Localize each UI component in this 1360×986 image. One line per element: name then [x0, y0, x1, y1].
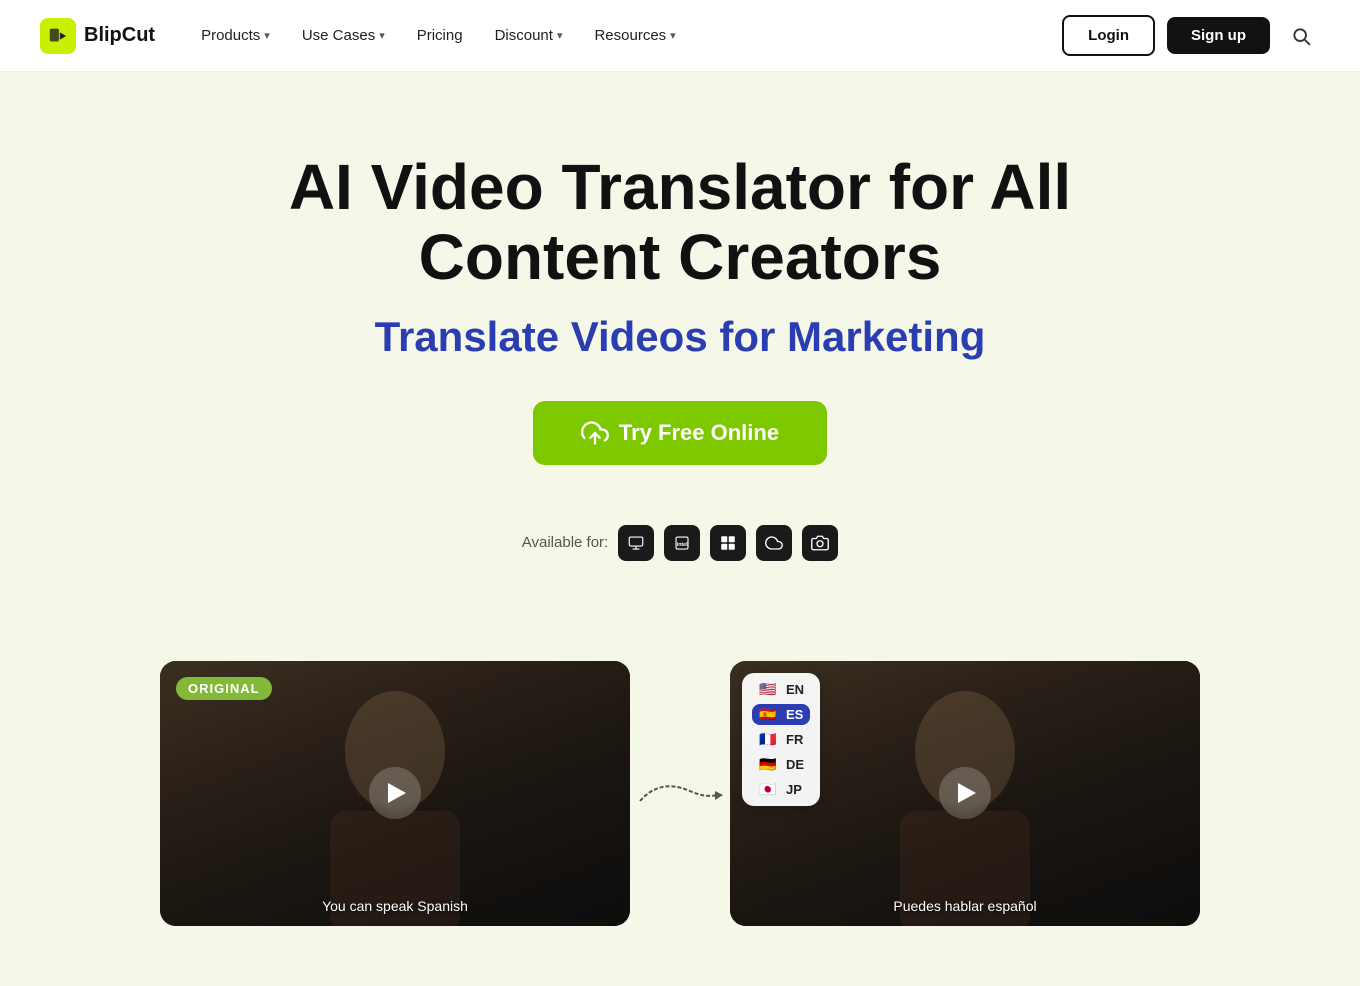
svg-text:intel: intel — [677, 542, 688, 548]
flag-es: 🇪🇸 — [758, 707, 778, 721]
platform-icon-mac[interactable] — [618, 525, 654, 561]
hero-title: AI Video Translator for All Content Crea… — [200, 152, 1160, 293]
chevron-down-icon: ▾ — [264, 29, 270, 42]
flag-fr: 🇫🇷 — [758, 732, 778, 746]
translated-subtitle: Puedes hablar español — [730, 898, 1200, 914]
logo-icon — [40, 18, 76, 54]
navbar: BlipCut Products ▾ Use Cases ▾ Pricing D… — [0, 0, 1360, 72]
nav-item-pricing[interactable]: Pricing — [403, 19, 477, 52]
platform-icon-cloud[interactable] — [756, 525, 792, 561]
original-subtitle: You can speak Spanish — [160, 898, 630, 914]
play-button-original[interactable] — [369, 767, 421, 819]
flag-jp: 🇯🇵 — [758, 782, 778, 796]
flag-de: 🇩🇪 — [758, 757, 778, 771]
nav-links: Products ▾ Use Cases ▾ Pricing Discount … — [187, 19, 1062, 52]
nav-item-resources[interactable]: Resources ▾ — [580, 19, 689, 52]
logo-link[interactable]: BlipCut — [40, 18, 155, 54]
lang-item-fr[interactable]: 🇫🇷 FR — [752, 729, 810, 750]
play-button-translated[interactable] — [939, 767, 991, 819]
upload-cloud-icon — [581, 419, 609, 447]
original-badge: ORIGINAL — [176, 677, 272, 700]
nav-item-usecases[interactable]: Use Cases ▾ — [288, 19, 399, 52]
nav-item-discount[interactable]: Discount ▾ — [481, 19, 577, 52]
lang-item-de[interactable]: 🇩🇪 DE — [752, 754, 810, 775]
nav-item-products[interactable]: Products ▾ — [187, 19, 284, 52]
chevron-down-icon: ▾ — [557, 29, 563, 42]
search-button[interactable] — [1282, 17, 1320, 55]
hero-subtitle-prefix: Translate Videos for — [375, 313, 787, 360]
video-section: ORIGINAL You can speak Spanish 🇺🇸 EN 🇪🇸 — [0, 651, 1360, 986]
nav-actions: Login Sign up — [1062, 15, 1320, 56]
lang-item-es[interactable]: 🇪🇸 ES — [752, 704, 810, 725]
chevron-down-icon: ▾ — [379, 29, 385, 42]
translated-video-card: 🇺🇸 EN 🇪🇸 ES 🇫🇷 FR 🇩🇪 DE 🇯🇵 JP Puedes hab… — [730, 661, 1200, 926]
hero-section: AI Video Translator for All Content Crea… — [0, 72, 1360, 651]
platform-icon-intel[interactable]: intel — [664, 525, 700, 561]
available-label: Available for: — [522, 534, 608, 551]
language-selector[interactable]: 🇺🇸 EN 🇪🇸 ES 🇫🇷 FR 🇩🇪 DE 🇯🇵 JP — [742, 673, 820, 806]
available-row: Available for: intel — [20, 525, 1340, 561]
login-button[interactable]: Login — [1062, 15, 1155, 56]
cta-button[interactable]: Try Free Online — [533, 401, 827, 465]
translation-arrow-icon — [635, 773, 725, 813]
lang-item-jp[interactable]: 🇯🇵 JP — [752, 779, 810, 800]
hero-subtitle: Translate Videos for Marketing — [20, 313, 1340, 361]
arrow-connector — [630, 773, 730, 813]
platform-icon-camera[interactable] — [802, 525, 838, 561]
lang-item-en[interactable]: 🇺🇸 EN — [752, 679, 810, 700]
signup-button[interactable]: Sign up — [1167, 17, 1270, 54]
platform-icon-windows[interactable] — [710, 525, 746, 561]
original-video-card: ORIGINAL You can speak Spanish — [160, 661, 630, 926]
cta-label: Try Free Online — [619, 420, 779, 446]
logo-text: BlipCut — [84, 24, 155, 47]
flag-en: 🇺🇸 — [758, 682, 778, 696]
hero-subtitle-highlight: Marketing — [787, 313, 985, 360]
chevron-down-icon: ▾ — [670, 29, 676, 42]
